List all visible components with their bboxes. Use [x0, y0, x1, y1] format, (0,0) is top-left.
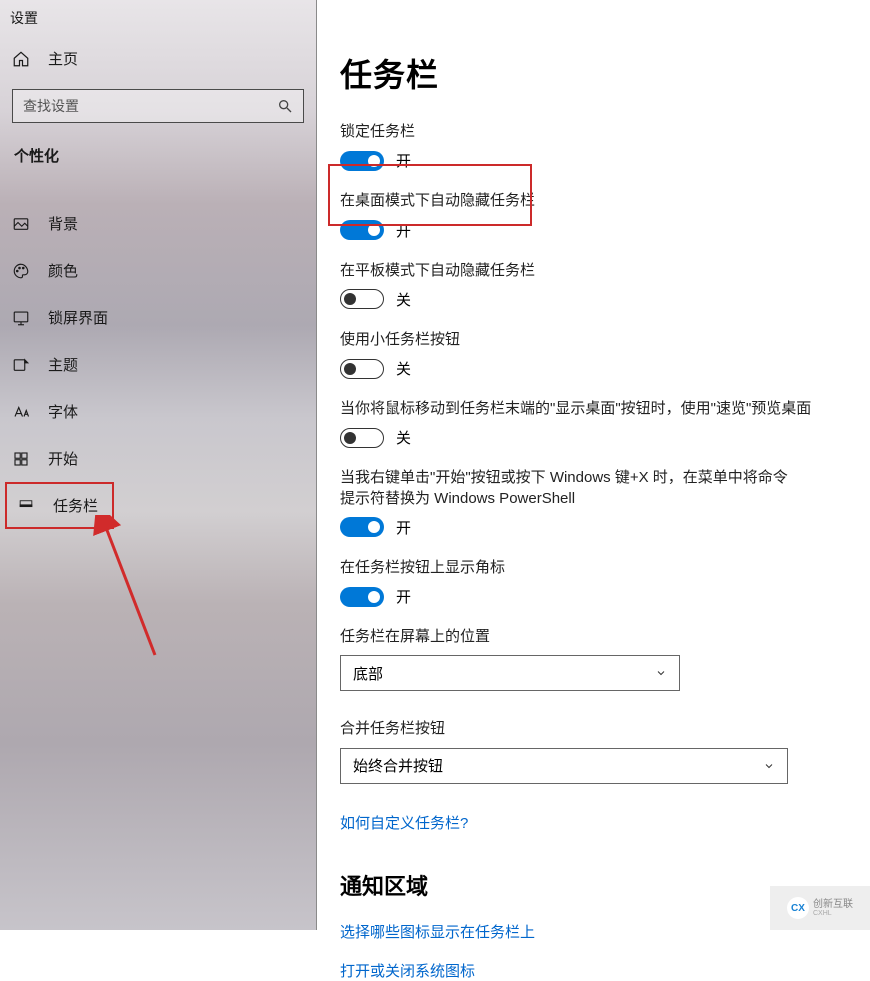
toggle-lock-taskbar[interactable]	[340, 151, 384, 171]
toggle-state: 关	[396, 358, 411, 379]
app-title: 设置	[0, 0, 316, 34]
toggle-state: 开	[396, 517, 411, 538]
toggle-autohide-tablet[interactable]	[340, 289, 384, 309]
help-link[interactable]: 如何自定义任务栏?	[340, 812, 468, 833]
sidebar-item-start[interactable]: 开始	[0, 435, 316, 482]
dropdown-position[interactable]: 底部	[340, 655, 680, 691]
setting-autohide-desktop: 在桌面模式下自动隐藏任务栏 开	[340, 191, 860, 240]
sidebar-item-lockscreen[interactable]: 锁屏界面	[0, 294, 316, 341]
setting-peek: 当你将鼠标移动到任务栏末端的"显示桌面"按钮时，使用"速览"预览桌面 关	[340, 399, 860, 448]
image-icon	[12, 215, 30, 233]
sidebar-item-label: 开始	[48, 448, 78, 469]
dropdown-combine[interactable]: 始终合并按钮	[340, 748, 788, 784]
setting-combine: 合并任务栏按钮 始终合并按钮	[340, 719, 860, 783]
sidebar-item-themes[interactable]: 主题	[0, 341, 316, 388]
setting-label: 任务栏在屏幕上的位置	[340, 627, 860, 647]
dropdown-value: 始终合并按钮	[353, 755, 443, 776]
setting-powershell: 当我右键单击"开始"按钮或按下 Windows 键+X 时，在菜单中将命令提示符…	[340, 468, 860, 538]
search-input[interactable]	[23, 98, 277, 114]
sidebar-item-label: 主题	[48, 354, 78, 375]
taskbar-icon	[17, 497, 35, 515]
toggle-badges[interactable]	[340, 587, 384, 607]
chevron-down-icon	[763, 760, 775, 772]
setting-position: 任务栏在屏幕上的位置 底部	[340, 627, 860, 691]
sidebar-item-colors[interactable]: 颜色	[0, 247, 316, 294]
watermark-logo-icon: CX	[787, 897, 809, 919]
sidebar-item-label: 锁屏界面	[48, 307, 108, 328]
home-nav[interactable]: 主页	[0, 34, 316, 83]
toggle-state: 开	[396, 220, 411, 241]
watermark-sub: CXHL	[813, 910, 853, 918]
vertical-divider	[316, 0, 317, 930]
toggle-state: 关	[396, 427, 411, 448]
sidebar-item-label: 字体	[48, 401, 78, 422]
font-icon	[12, 403, 30, 421]
toggle-small-buttons[interactable]	[340, 359, 384, 379]
sidebar-item-taskbar[interactable]: 任务栏	[5, 482, 114, 529]
page-title: 任务栏	[340, 50, 860, 96]
toggle-state: 关	[396, 289, 411, 310]
sidebar-item-label: 任务栏	[53, 495, 98, 516]
sidebar-item-fonts[interactable]: 字体	[0, 388, 316, 435]
toggle-powershell[interactable]	[340, 517, 384, 537]
chevron-down-icon	[655, 667, 667, 679]
sidebar-item-label: 颜色	[48, 260, 78, 281]
toggle-state: 开	[396, 586, 411, 607]
setting-autohide-tablet: 在平板模式下自动隐藏任务栏 关	[340, 261, 860, 310]
setting-label: 当你将鼠标移动到任务栏末端的"显示桌面"按钮时，使用"速览"预览桌面	[340, 399, 860, 419]
sidebar-item-label: 背景	[48, 213, 78, 234]
setting-label: 在桌面模式下自动隐藏任务栏	[340, 191, 860, 211]
monitor-icon	[12, 309, 30, 327]
setting-label: 在平板模式下自动隐藏任务栏	[340, 261, 860, 281]
setting-label: 使用小任务栏按钮	[340, 330, 860, 350]
search-input-container[interactable]	[12, 89, 304, 123]
watermark: CX 创新互联 CXHL	[770, 886, 870, 930]
toggle-state: 开	[396, 150, 411, 171]
start-icon	[12, 450, 30, 468]
link-system-icons[interactable]: 打开或关闭系统图标	[340, 960, 475, 981]
setting-badges: 在任务栏按钮上显示角标 开	[340, 558, 860, 607]
toggle-autohide-desktop[interactable]	[340, 220, 384, 240]
toggle-peek[interactable]	[340, 428, 384, 448]
setting-small-buttons: 使用小任务栏按钮 关	[340, 330, 860, 379]
setting-label: 当我右键单击"开始"按钮或按下 Windows 键+X 时，在菜单中将命令提示符…	[340, 468, 790, 509]
setting-label: 合并任务栏按钮	[340, 719, 860, 739]
search-icon	[277, 98, 293, 114]
dropdown-value: 底部	[353, 663, 383, 684]
setting-lock-taskbar: 锁定任务栏 开	[340, 122, 860, 171]
setting-label: 锁定任务栏	[340, 122, 860, 142]
sidebar-item-background[interactable]: 背景	[0, 200, 316, 247]
section-header: 个性化	[0, 123, 316, 176]
home-label: 主页	[48, 48, 78, 69]
setting-label: 在任务栏按钮上显示角标	[340, 558, 860, 578]
home-icon	[12, 50, 30, 68]
theme-icon	[12, 356, 30, 374]
link-select-icons[interactable]: 选择哪些图标显示在任务栏上	[340, 921, 535, 942]
watermark-brand: 创新互联	[813, 899, 853, 910]
palette-icon	[12, 262, 30, 280]
